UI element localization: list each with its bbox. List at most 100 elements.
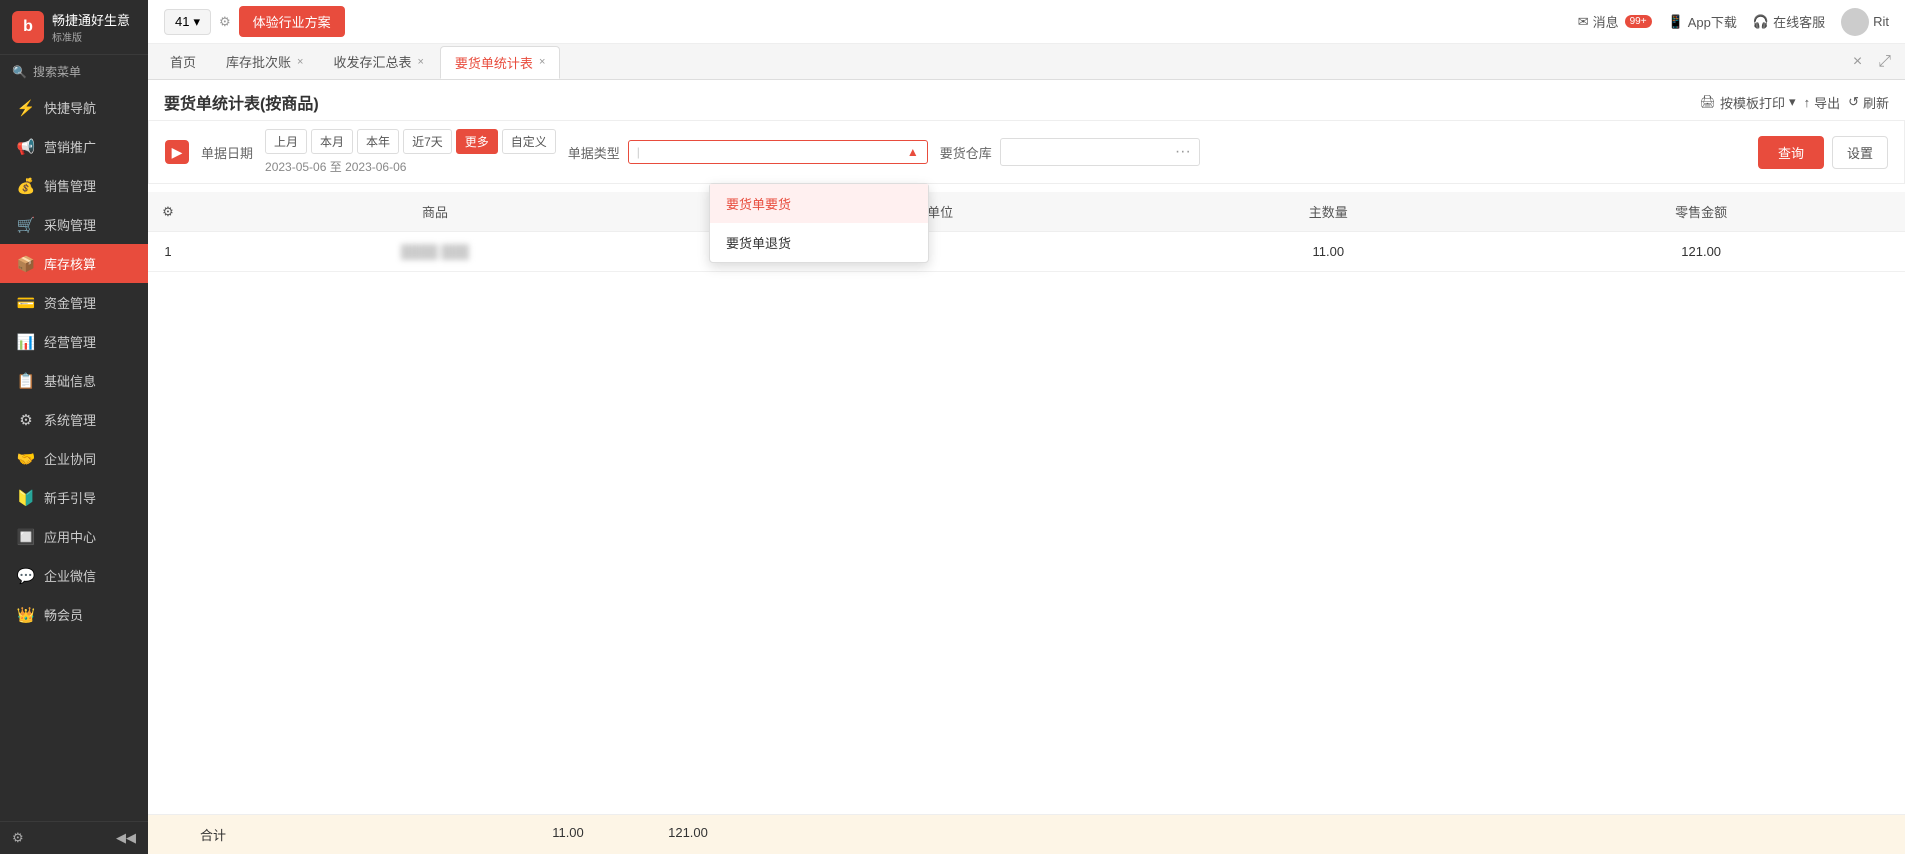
user-avatar[interactable]: Rit: [1841, 8, 1889, 36]
tab-batch-account-close[interactable]: ×: [297, 56, 303, 68]
app-logo-text: 畅捷通好生意 标准版: [52, 10, 130, 44]
sidebar-item-label: 采购管理: [44, 215, 96, 234]
online-service-btn[interactable]: 🎧 在线客服: [1753, 12, 1825, 31]
dropdown-item-order-return[interactable]: 要货单退货: [710, 223, 928, 262]
tab-order-stats-close[interactable]: ×: [539, 56, 545, 68]
tabbar: 首页 库存批次账 × 收发存汇总表 × 要货单统计表 × × ⤢: [148, 44, 1905, 80]
footer-quantity: 11.00: [508, 825, 628, 844]
sidebar-item-system[interactable]: ⚙ 系统管理: [0, 400, 148, 439]
cooperation-icon: 🤝: [16, 450, 36, 468]
sidebar-item-app-center[interactable]: 🔲 应用中心: [0, 517, 148, 556]
basic-icon: 📋: [16, 372, 36, 390]
date-btn-this-year[interactable]: 本年: [357, 129, 399, 154]
sidebar-item-wechat[interactable]: 💬 企业微信: [0, 556, 148, 595]
print-label: 按模板打印: [1720, 93, 1785, 112]
sidebar-item-purchase[interactable]: 🛒 采购管理: [0, 205, 148, 244]
sidebar-item-label: 系统管理: [44, 410, 96, 429]
page-content: 要货单统计表(按商品) 🖨 按模板打印 ▾ ↑ 导出 ↺ 刷新 ▶: [148, 80, 1905, 854]
messages-badge: 99+: [1625, 15, 1652, 28]
topbar: 41 ▾ ⚙ 体验行业方案 ✉ 消息 99+ 📱 App下载 🎧 在线客服 R: [148, 0, 1905, 44]
date-btn-last-month[interactable]: 上月: [265, 129, 307, 154]
sidebar-item-inventory[interactable]: 📦 库存核算: [0, 244, 148, 283]
filter-bar: ▶ 单据日期 上月 本月 本年 近7天 更多 自定义 2023-05-06 至 …: [148, 120, 1905, 184]
dropdown-item-order-order[interactable]: 要货单要货: [710, 184, 928, 223]
col-product: 商品: [188, 192, 682, 232]
date-range-display: 2023-05-06 至 2023-06-06: [265, 158, 556, 175]
sidebar-item-label: 应用中心: [44, 527, 96, 546]
table-wrapper: ⚙ 商品 主计量单位 主数量 零售金额 1 ████ ███ 块 11.: [148, 192, 1905, 814]
tab-home-label: 首页: [170, 52, 196, 71]
tabbar-actions: × ⤢: [1847, 51, 1897, 73]
sidebar-item-member[interactable]: 👑 畅会员: [0, 595, 148, 634]
date-btn-last-7days[interactable]: 近7天: [403, 129, 452, 154]
col-settings[interactable]: ⚙: [148, 192, 188, 232]
date-btn-custom[interactable]: 自定义: [502, 129, 556, 154]
tab-batch-account[interactable]: 库存批次账 ×: [212, 46, 317, 77]
table-footer: 合计 11.00 121.00: [148, 814, 1905, 854]
topbar-left: 41 ▾ ⚙ 体验行业方案: [164, 6, 345, 37]
query-btn[interactable]: 查询: [1758, 136, 1824, 169]
filter-toggle-btn[interactable]: ▶: [165, 140, 189, 164]
phone-icon: 📱: [1668, 14, 1684, 30]
table-row: 1 ████ ███ 块 11.00 121.00: [148, 232, 1905, 272]
date-btn-more[interactable]: 更多: [456, 129, 498, 154]
sidebar-item-label: 基础信息: [44, 371, 96, 390]
tab-order-stats-label: 要货单统计表: [455, 53, 533, 72]
app-download-label: App下载: [1688, 12, 1737, 31]
sidebar-item-cooperation[interactable]: 🤝 企业协同: [0, 439, 148, 478]
app-download-btn[interactable]: 📱 App下载: [1668, 12, 1737, 31]
sidebar-search[interactable]: 🔍 搜索菜单: [0, 55, 148, 88]
refresh-btn[interactable]: ↺ 刷新: [1848, 93, 1889, 112]
export-btn[interactable]: ↑ 导出: [1804, 93, 1841, 112]
sidebar-item-marketing[interactable]: 📢 营销推广: [0, 127, 148, 166]
print-btn[interactable]: 🖨 按模板打印 ▾: [1700, 93, 1796, 112]
sidebar-bottom: ⚙ ◀◀: [0, 821, 148, 854]
tab-collect-summary-close[interactable]: ×: [417, 56, 423, 68]
purchase-icon: 🛒: [16, 216, 36, 234]
tab-collect-summary[interactable]: 收发存汇总表 ×: [319, 46, 437, 77]
date-controls: 上月 本月 本年 近7天 更多 自定义 2023-05-06 至 2023-06…: [265, 129, 556, 175]
setting-btn[interactable]: 设置: [1832, 136, 1888, 169]
sidebar-item-label: 营销推广: [44, 137, 96, 156]
app-name: 畅捷通好生意: [52, 10, 130, 29]
sidebar-item-finance[interactable]: 💳 资金管理: [0, 283, 148, 322]
sidebar-item-operation[interactable]: 📊 经营管理: [0, 322, 148, 361]
sidebar-item-label: 库存核算: [44, 254, 96, 273]
col-quantity: 主数量: [1159, 192, 1497, 232]
tab-batch-account-label: 库存批次账: [226, 52, 291, 71]
tab-close-all-btn[interactable]: ×: [1847, 51, 1868, 73]
sidebar-search-label: 搜索菜单: [33, 63, 81, 80]
sidebar-item-label: 销售管理: [44, 176, 96, 195]
footer-retail-amount: 121.00: [628, 825, 748, 844]
store-selector[interactable]: 41 ▾: [164, 9, 211, 35]
type-selector[interactable]: | ▲: [628, 140, 928, 164]
col-retail-amount: 零售金额: [1497, 192, 1905, 232]
settings-bottom-btn[interactable]: ⚙: [12, 830, 24, 846]
quick-nav-icon: ⚡: [16, 99, 36, 117]
sidebar-item-quick-nav[interactable]: ⚡ 快捷导航: [0, 88, 148, 127]
system-icon: ⚙: [16, 411, 36, 429]
sidebar-item-sales[interactable]: 💰 销售管理: [0, 166, 148, 205]
type-input-value: |: [637, 145, 640, 159]
page-title: 要货单统计表(按商品): [164, 90, 319, 114]
messages-btn[interactable]: ✉ 消息 99+: [1578, 12, 1652, 31]
sidebar-item-label: 新手引导: [44, 488, 96, 507]
collapse-sidebar-btn[interactable]: ◀◀: [116, 830, 136, 846]
tab-maximize-btn[interactable]: ⤢: [1872, 51, 1897, 73]
export-icon: ↑: [1804, 95, 1811, 110]
sidebar-item-guide[interactable]: 🔰 新手引导: [0, 478, 148, 517]
tab-order-stats[interactable]: 要货单统计表 ×: [440, 46, 560, 79]
topbar-settings-icon[interactable]: ⚙: [219, 14, 231, 30]
tab-home[interactable]: 首页: [156, 46, 210, 77]
date-btn-this-month[interactable]: 本月: [311, 129, 353, 154]
warehouse-more-icon: ···: [1175, 143, 1191, 161]
page-header-actions: 🖨 按模板打印 ▾ ↑ 导出 ↺ 刷新: [1700, 93, 1890, 112]
sidebar-item-basic[interactable]: 📋 基础信息: [0, 361, 148, 400]
warehouse-selector[interactable]: ···: [1000, 138, 1200, 166]
footer-label: 合计: [188, 825, 388, 844]
industry-btn[interactable]: 体验行业方案: [239, 6, 345, 37]
inventory-icon: 📦: [16, 255, 36, 273]
warehouse-label: 要货仓库: [940, 143, 992, 162]
refresh-icon: ↺: [1848, 94, 1859, 110]
refresh-label: 刷新: [1863, 93, 1889, 112]
